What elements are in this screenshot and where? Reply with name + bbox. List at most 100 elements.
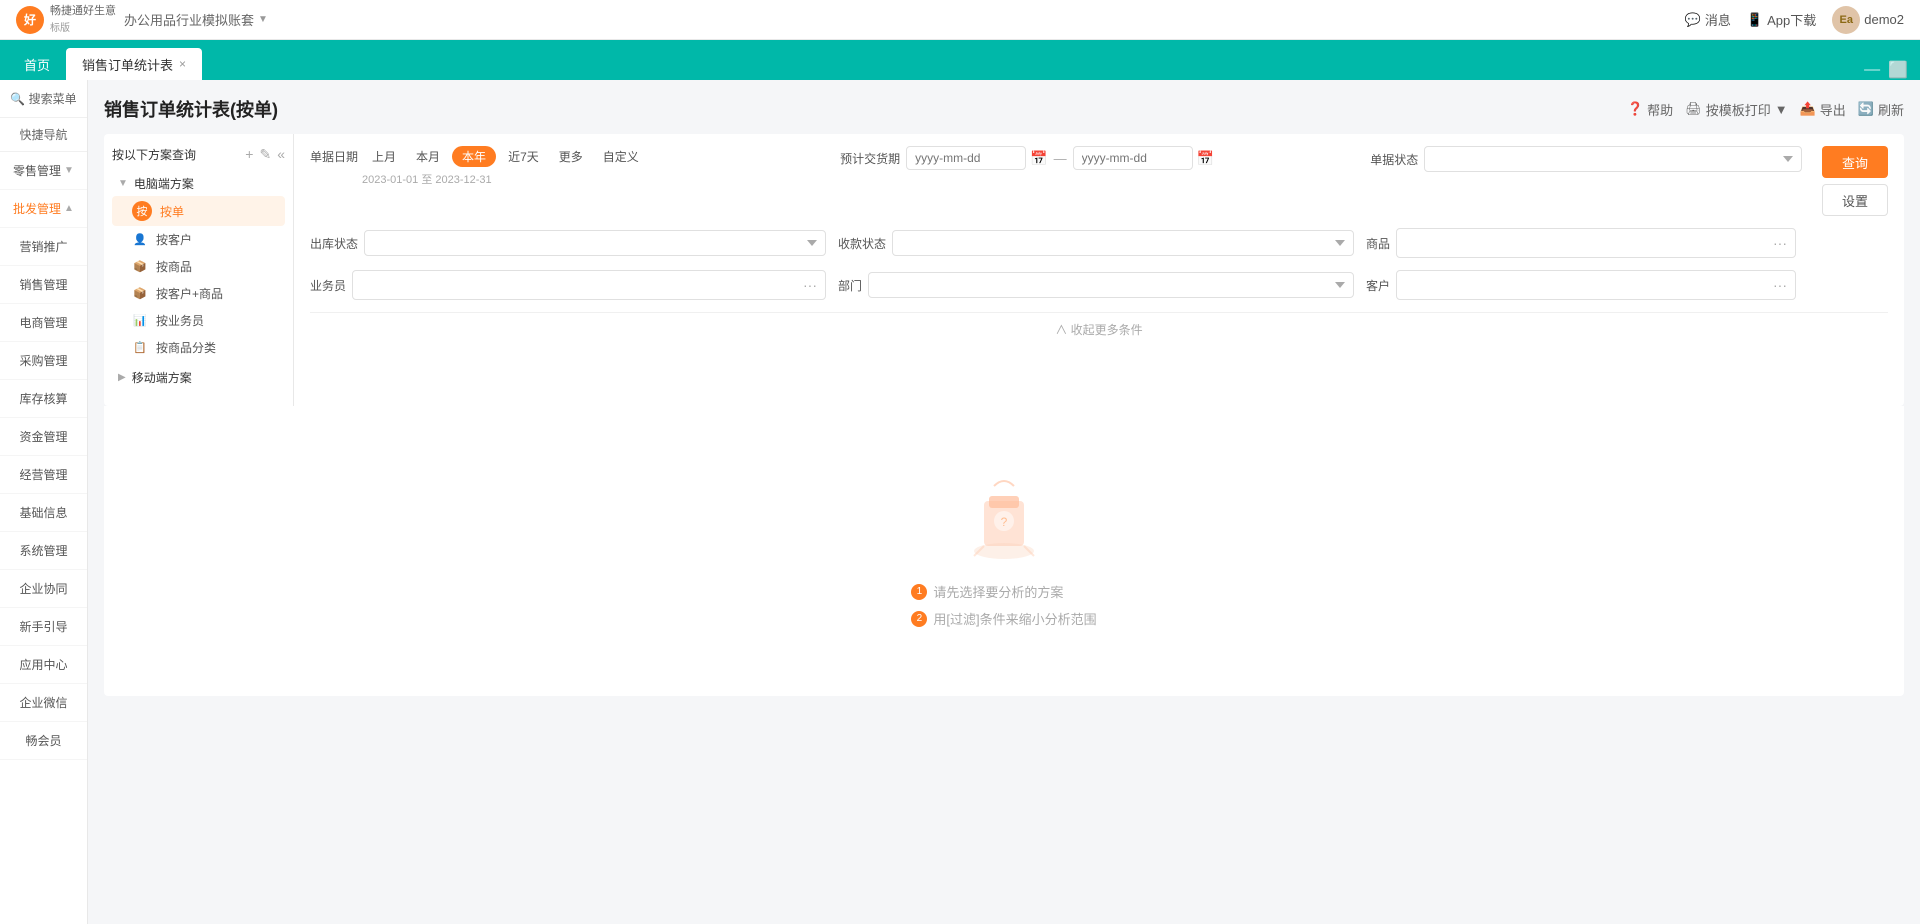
sidebar-item-corp-collab[interactable]: 企业协同 [0, 570, 87, 608]
scheme-add-icon[interactable]: + [245, 146, 253, 163]
retail-expand-icon: ▼ [64, 165, 74, 176]
scheme-item-by-salesperson[interactable]: 📊 按业务员 [112, 307, 285, 334]
breadcrumb-text: 办公用品行业模拟账套 [124, 10, 254, 29]
app-download-label: App下载 [1767, 10, 1816, 29]
out-status-label: 出库状态 [310, 235, 358, 252]
empty-tip-1: 1 请先选择要分析的方案 [911, 582, 1096, 601]
user-name: demo2 [1864, 12, 1904, 27]
date-btn-more[interactable]: 更多 [551, 146, 591, 167]
minimize-icon[interactable]: — [1864, 61, 1880, 79]
tab-sales-stats[interactable]: 销售订单统计表 × [66, 48, 202, 80]
message-icon: 💬 [1685, 12, 1701, 28]
collapse-bar[interactable]: ∧ 收起更多条件 [310, 312, 1888, 346]
message-button[interactable]: 💬 消息 [1685, 10, 1731, 29]
tip-num-2: 2 [911, 611, 927, 627]
logo-icon: 好 [16, 6, 44, 34]
sidebar-item-member-label: 畅会员 [25, 732, 61, 749]
sidebar-item-inventory[interactable]: 库存核算 [0, 380, 87, 418]
calendar-start-icon[interactable]: 📅 [1030, 150, 1047, 167]
sidebar-quicknav[interactable]: 快捷导航 [0, 118, 87, 152]
goods-input[interactable]: ··· [1396, 228, 1796, 258]
out-status-select[interactable] [364, 230, 826, 256]
export-button[interactable]: 📤 导出 [1800, 100, 1846, 119]
scheme-item-by-category[interactable]: 📋 按商品分类 [112, 334, 285, 361]
breadcrumb[interactable]: 办公用品行业模拟账套 ▼ [124, 10, 268, 29]
scheme-edit-icon[interactable]: ✎ [259, 146, 271, 163]
sidebar-item-system-label: 系统管理 [19, 542, 67, 559]
date-btn-thisyear[interactable]: 本年 [452, 146, 496, 167]
sidebar-item-basic[interactable]: 基础信息 [0, 494, 87, 532]
page-header: 销售订单统计表(按单) ❓ 帮助 🖨 按模板打印 ▼ 📤 导出 [104, 96, 1904, 122]
help-label: 帮助 [1647, 100, 1673, 119]
expected-start-input[interactable] [906, 146, 1026, 170]
sidebar-item-member[interactable]: 畅会员 [0, 722, 87, 760]
date-btn-lastmonth[interactable]: 上月 [364, 146, 404, 167]
sidebar-item-system[interactable]: 系统管理 [0, 532, 87, 570]
by-cust-goods-icon: 📦 [132, 286, 148, 302]
sidebar-search[interactable]: 🔍 搜索菜单 [0, 80, 87, 118]
mobile-group-arrow: ▶ [118, 372, 126, 383]
date-separator: — [1054, 151, 1067, 166]
settings-button[interactable]: 设置 [1822, 184, 1888, 216]
refresh-button[interactable]: 🔄 刷新 [1858, 100, 1904, 119]
by-customer-icon: 👤 [132, 232, 148, 248]
svg-text:?: ? [1001, 515, 1008, 529]
top-bar: 好 畅捷通好生意 标版 办公用品行业模拟账套 ▼ 💬 消息 📱 App下载 Ea… [0, 0, 1920, 40]
sidebar-item-ecommerce-label: 电商管理 [19, 314, 67, 331]
dept-select[interactable] [868, 272, 1354, 298]
calendar-end-icon[interactable]: 📅 [1197, 150, 1214, 167]
expected-end-input[interactable] [1073, 146, 1193, 170]
maximize-icon[interactable]: ⬜ [1888, 60, 1908, 80]
print-label: 按模板打印 [1706, 100, 1771, 119]
scheme-mobile-group-header[interactable]: ▶ 移动端方案 [112, 365, 285, 390]
app-download-button[interactable]: 📱 App下载 [1747, 10, 1816, 29]
customer-input[interactable]: ··· [1396, 270, 1796, 300]
scheme-item-by-customer-label: 按客户 [156, 231, 279, 248]
scheme-pc-group-header[interactable]: ▼ 电脑端方案 [112, 171, 285, 196]
pay-status-label: 收款状态 [838, 235, 886, 252]
sidebar-item-wholesale[interactable]: 批发管理 ▲ [0, 190, 87, 228]
tab-close-icon[interactable]: × [179, 57, 186, 71]
inner-layout: 按以下方案查询 + ✎ « ▼ 电脑端方案 按 [104, 134, 1904, 406]
scheme-item-by-customer-goods[interactable]: 📦 按客户+商品 [112, 280, 285, 307]
sidebar-item-sales[interactable]: 销售管理 [0, 266, 87, 304]
avatar-text: Ea [1840, 14, 1853, 26]
pay-status-select[interactable] [892, 230, 1354, 256]
sidebar-item-marketing[interactable]: 营销推广 [0, 228, 87, 266]
print-button[interactable]: 🖨 按模板打印 ▼ [1685, 100, 1787, 119]
breadcrumb-dropdown-icon[interactable]: ▼ [258, 14, 268, 25]
nav-tabs: 首页 销售订单统计表 × — ⬜ [0, 40, 1920, 80]
sidebar-item-ecommerce[interactable]: 电商管理 [0, 304, 87, 342]
salesperson-input[interactable]: ··· [352, 270, 826, 300]
sidebar-item-retail[interactable]: 零售管理 ▼ [0, 152, 87, 190]
scheme-collapse-icon[interactable]: « [277, 146, 285, 163]
scheme-item-by-goods[interactable]: 📦 按商品 [112, 253, 285, 280]
scheme-panel: 按以下方案查询 + ✎ « ▼ 电脑端方案 按 [104, 134, 294, 406]
sidebar-item-finance[interactable]: 资金管理 [0, 418, 87, 456]
filter-row-2: 出库状态 收款状态 商品 [310, 228, 1888, 258]
scheme-item-by-customer[interactable]: 👤 按客户 [112, 226, 285, 253]
date-btn-thismonth[interactable]: 本月 [408, 146, 448, 167]
bill-status-select[interactable] [1424, 146, 1802, 172]
salesperson-dots: ··· [803, 277, 817, 293]
tab-home[interactable]: 首页 [8, 48, 66, 80]
customer-label: 客户 [1366, 277, 1390, 294]
user-profile[interactable]: Ea demo2 [1832, 6, 1904, 34]
scheme-item-by-order-label: 按单 [160, 203, 279, 220]
date-btn-7days[interactable]: 近7天 [500, 146, 547, 167]
sidebar-item-operations[interactable]: 经营管理 [0, 456, 87, 494]
sidebar-item-appcenter[interactable]: 应用中心 [0, 646, 87, 684]
empty-tip-1-text: 请先选择要分析的方案 [933, 582, 1063, 601]
help-button[interactable]: ❓ 帮助 [1627, 100, 1673, 119]
sidebar-item-purchase[interactable]: 采购管理 [0, 342, 87, 380]
sidebar-item-corpwechat-label: 企业微信 [19, 694, 67, 711]
sidebar-item-newguide[interactable]: 新手引导 [0, 608, 87, 646]
goods-dots: ··· [1773, 235, 1787, 251]
date-btn-custom[interactable]: 自定义 [595, 146, 647, 167]
export-icon: 📤 [1800, 101, 1816, 117]
scheme-item-by-order[interactable]: 按 按单 [112, 196, 285, 226]
sidebar-item-corpwechat[interactable]: 企业微信 [0, 684, 87, 722]
scheme-pc-group: ▼ 电脑端方案 按 按单 👤 按客户 📦 [112, 171, 285, 361]
sidebar-search-label: 搜索菜单 [29, 92, 77, 106]
query-button[interactable]: 查询 [1822, 146, 1888, 178]
